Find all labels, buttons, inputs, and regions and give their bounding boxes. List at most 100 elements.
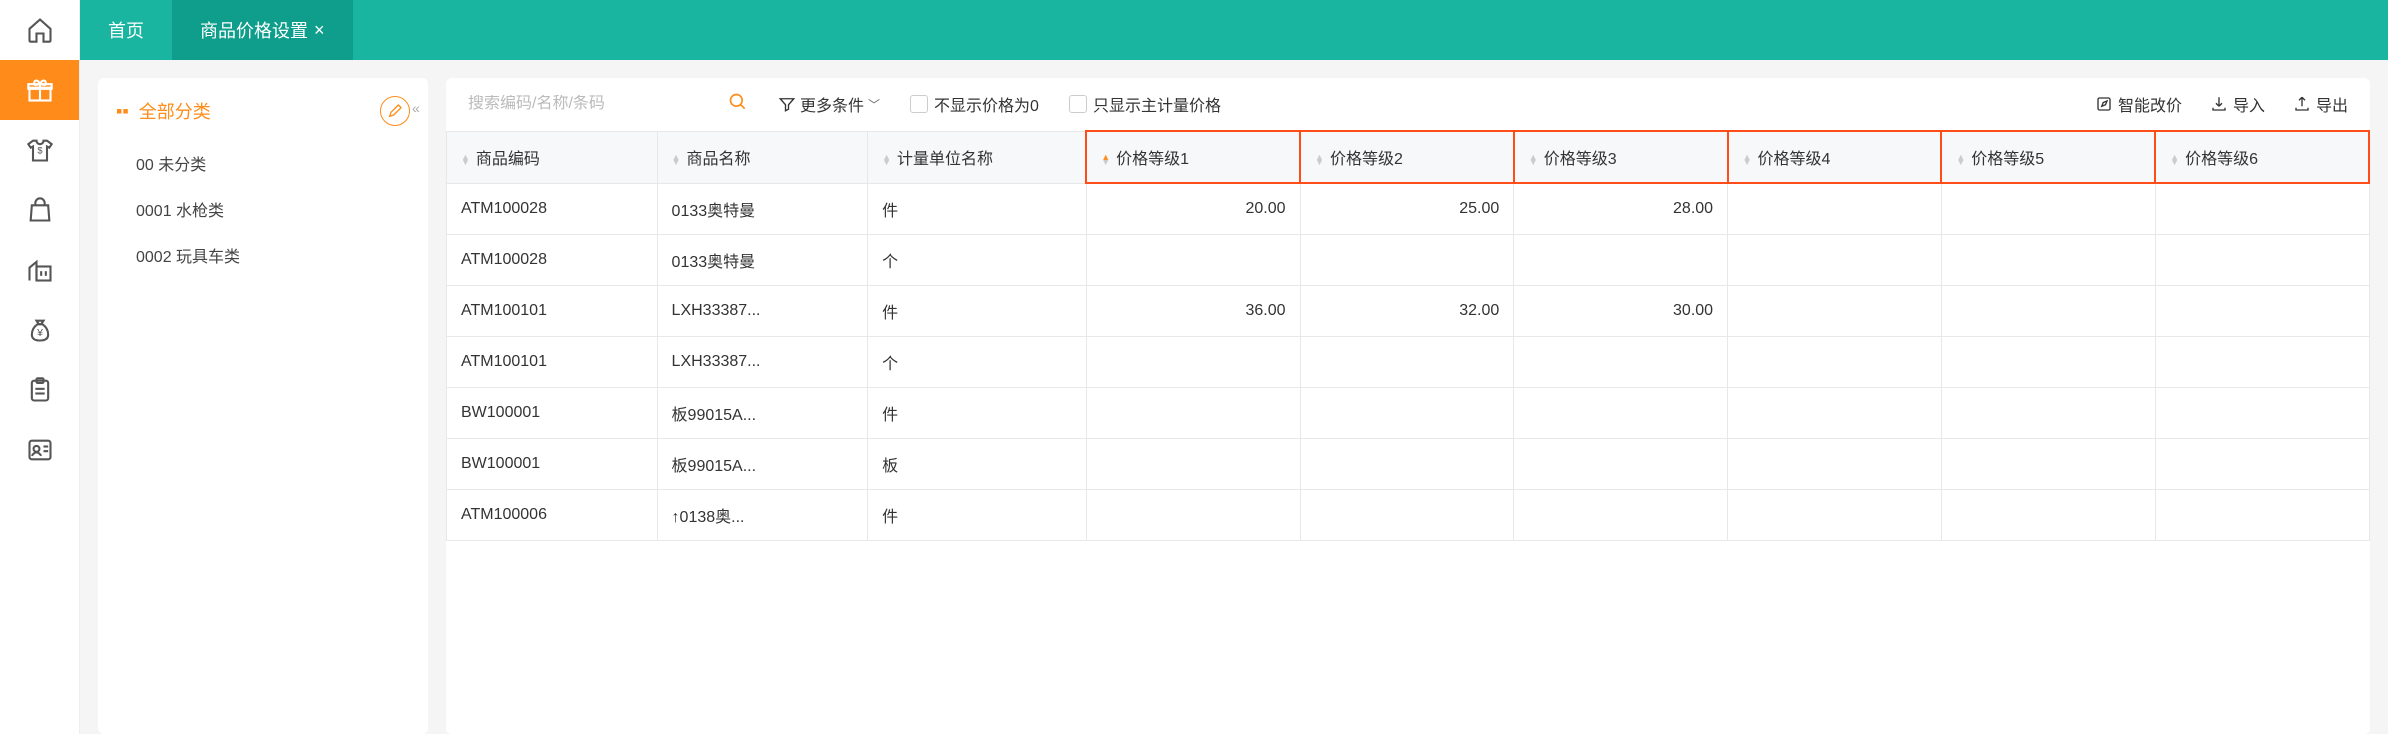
sort-icon: ▲▼ <box>1529 155 1538 165</box>
col-header-price3[interactable]: ▲▼价格等级3 <box>1514 131 1728 183</box>
cell-p5[interactable] <box>1941 234 2155 285</box>
table-row[interactable]: ATM1000280133奥特曼件20.0025.0028.00 <box>447 183 2370 234</box>
cell-unit: 个 <box>868 336 1087 387</box>
col-header-price5[interactable]: ▲▼价格等级5 <box>1941 131 2155 183</box>
col-header-price6[interactable]: ▲▼价格等级6 <box>2155 131 2369 183</box>
cell-p4[interactable] <box>1728 336 1942 387</box>
cell-p6[interactable] <box>2155 285 2369 336</box>
cell-p3[interactable] <box>1514 438 1728 489</box>
category-title[interactable]: 全部分类 <box>139 98 370 124</box>
search-input[interactable] <box>468 95 728 113</box>
col-header-price4[interactable]: ▲▼价格等级4 <box>1728 131 1942 183</box>
cell-p3[interactable] <box>1514 336 1728 387</box>
bag-icon <box>26 196 54 224</box>
cell-p5[interactable] <box>1941 285 2155 336</box>
cell-name: 板99015A... <box>657 387 868 438</box>
table-row[interactable]: ATM1000280133奥特曼个 <box>447 234 2370 285</box>
cell-p4[interactable] <box>1728 387 1942 438</box>
col-header-price2[interactable]: ▲▼价格等级2 <box>1300 131 1514 183</box>
checkbox-label: 只显示主计量价格 <box>1093 92 1221 116</box>
nav-gift[interactable] <box>0 60 79 120</box>
cell-p3[interactable] <box>1514 489 1728 540</box>
nav-bag[interactable] <box>0 180 79 240</box>
table-row[interactable]: ATM100101LXH33387...个 <box>447 336 2370 387</box>
cell-p1[interactable] <box>1086 387 1300 438</box>
cell-p4[interactable] <box>1728 489 1942 540</box>
tool-label: 导入 <box>2233 92 2265 116</box>
nav-contacts[interactable] <box>0 420 79 480</box>
cell-p6[interactable] <box>2155 183 2369 234</box>
search-wrap <box>468 92 748 116</box>
chevron-down-icon: ﹀ <box>868 96 880 113</box>
cell-p5[interactable] <box>1941 438 2155 489</box>
cell-p5[interactable] <box>1941 336 2155 387</box>
import-button[interactable]: 导入 <box>2210 92 2265 116</box>
cell-p4[interactable] <box>1728 183 1942 234</box>
table-row[interactable]: ATM100101LXH33387...件36.0032.0030.00 <box>447 285 2370 336</box>
cell-p1[interactable]: 20.00 <box>1086 183 1300 234</box>
cell-p1[interactable] <box>1086 234 1300 285</box>
more-conditions-button[interactable]: 更多条件 ﹀ <box>778 92 880 116</box>
cell-p4[interactable] <box>1728 234 1942 285</box>
cell-p5[interactable] <box>1941 489 2155 540</box>
cell-p1[interactable]: 36.00 <box>1086 285 1300 336</box>
cell-p6[interactable] <box>2155 387 2369 438</box>
cell-p2[interactable]: 32.00 <box>1300 285 1514 336</box>
cell-p1[interactable] <box>1086 489 1300 540</box>
cell-p5[interactable] <box>1941 183 2155 234</box>
svg-text:¥: ¥ <box>36 327 43 339</box>
table-row[interactable]: BW100001板99015A...件 <box>447 387 2370 438</box>
cell-p2[interactable] <box>1300 489 1514 540</box>
collapse-panel-button[interactable]: « <box>412 100 430 118</box>
cell-p3[interactable] <box>1514 234 1728 285</box>
search-button[interactable] <box>728 92 748 115</box>
cell-p3[interactable]: 28.00 <box>1514 183 1728 234</box>
cell-p5[interactable] <box>1941 387 2155 438</box>
cell-p3[interactable] <box>1514 387 1728 438</box>
shirt-icon: $ <box>26 136 54 164</box>
nav-home[interactable] <box>0 0 79 60</box>
cell-p1[interactable] <box>1086 336 1300 387</box>
cell-p6[interactable] <box>2155 438 2369 489</box>
cell-p6[interactable] <box>2155 234 2369 285</box>
cell-p2[interactable] <box>1300 234 1514 285</box>
close-icon[interactable]: × <box>314 20 325 41</box>
col-header-name[interactable]: ▲▼商品名称 <box>657 131 868 183</box>
export-button[interactable]: 导出 <box>2293 92 2348 116</box>
table-area: 更多条件 ﹀ 不显示价格为0 只显示主计量价格 智能改价 <box>446 78 2370 734</box>
table-row[interactable]: ATM100006↑0138奥...件 <box>447 489 2370 540</box>
cell-code: ATM100006 <box>447 489 658 540</box>
grid-icon: ▪▪ <box>116 101 129 122</box>
cell-p2[interactable] <box>1300 336 1514 387</box>
hide-zero-checkbox[interactable]: 不显示价格为0 <box>910 92 1039 116</box>
col-header-code[interactable]: ▲▼商品编码 <box>447 131 658 183</box>
cell-p4[interactable] <box>1728 285 1942 336</box>
cell-p3[interactable]: 30.00 <box>1514 285 1728 336</box>
cell-p1[interactable] <box>1086 438 1300 489</box>
nav-shirt[interactable]: $ <box>0 120 79 180</box>
col-header-price1[interactable]: ▲▼价格等级1 <box>1086 131 1300 183</box>
nav-building[interactable] <box>0 240 79 300</box>
cell-p2[interactable] <box>1300 387 1514 438</box>
nav-clipboard[interactable] <box>0 360 79 420</box>
category-item[interactable]: 0002 玩具车类 <box>136 232 428 278</box>
col-header-unit[interactable]: ▲▼计量单位名称 <box>868 131 1087 183</box>
home-icon <box>26 16 54 44</box>
category-item[interactable]: 00 未分类 <box>136 140 428 186</box>
tab-price-settings[interactable]: 商品价格设置 × <box>172 0 353 60</box>
tab-home[interactable]: 首页 <box>80 0 172 60</box>
cell-p6[interactable] <box>2155 489 2369 540</box>
table-row[interactable]: BW100001板99015A...板 <box>447 438 2370 489</box>
edit-category-button[interactable] <box>380 96 410 126</box>
category-item[interactable]: 0001 水枪类 <box>136 186 428 232</box>
nav-money-bag[interactable]: ¥ <box>0 300 79 360</box>
smart-change-button[interactable]: 智能改价 <box>2095 92 2182 116</box>
cell-p6[interactable] <box>2155 336 2369 387</box>
cell-p2[interactable] <box>1300 438 1514 489</box>
main-unit-checkbox[interactable]: 只显示主计量价格 <box>1069 92 1221 116</box>
category-panel: ▪▪ 全部分类 « 00 未分类 0001 水枪类 0002 玩具车类 <box>98 78 428 734</box>
tool-label: 智能改价 <box>2118 92 2182 116</box>
cell-p4[interactable] <box>1728 438 1942 489</box>
cell-name: 板99015A... <box>657 438 868 489</box>
cell-p2[interactable]: 25.00 <box>1300 183 1514 234</box>
